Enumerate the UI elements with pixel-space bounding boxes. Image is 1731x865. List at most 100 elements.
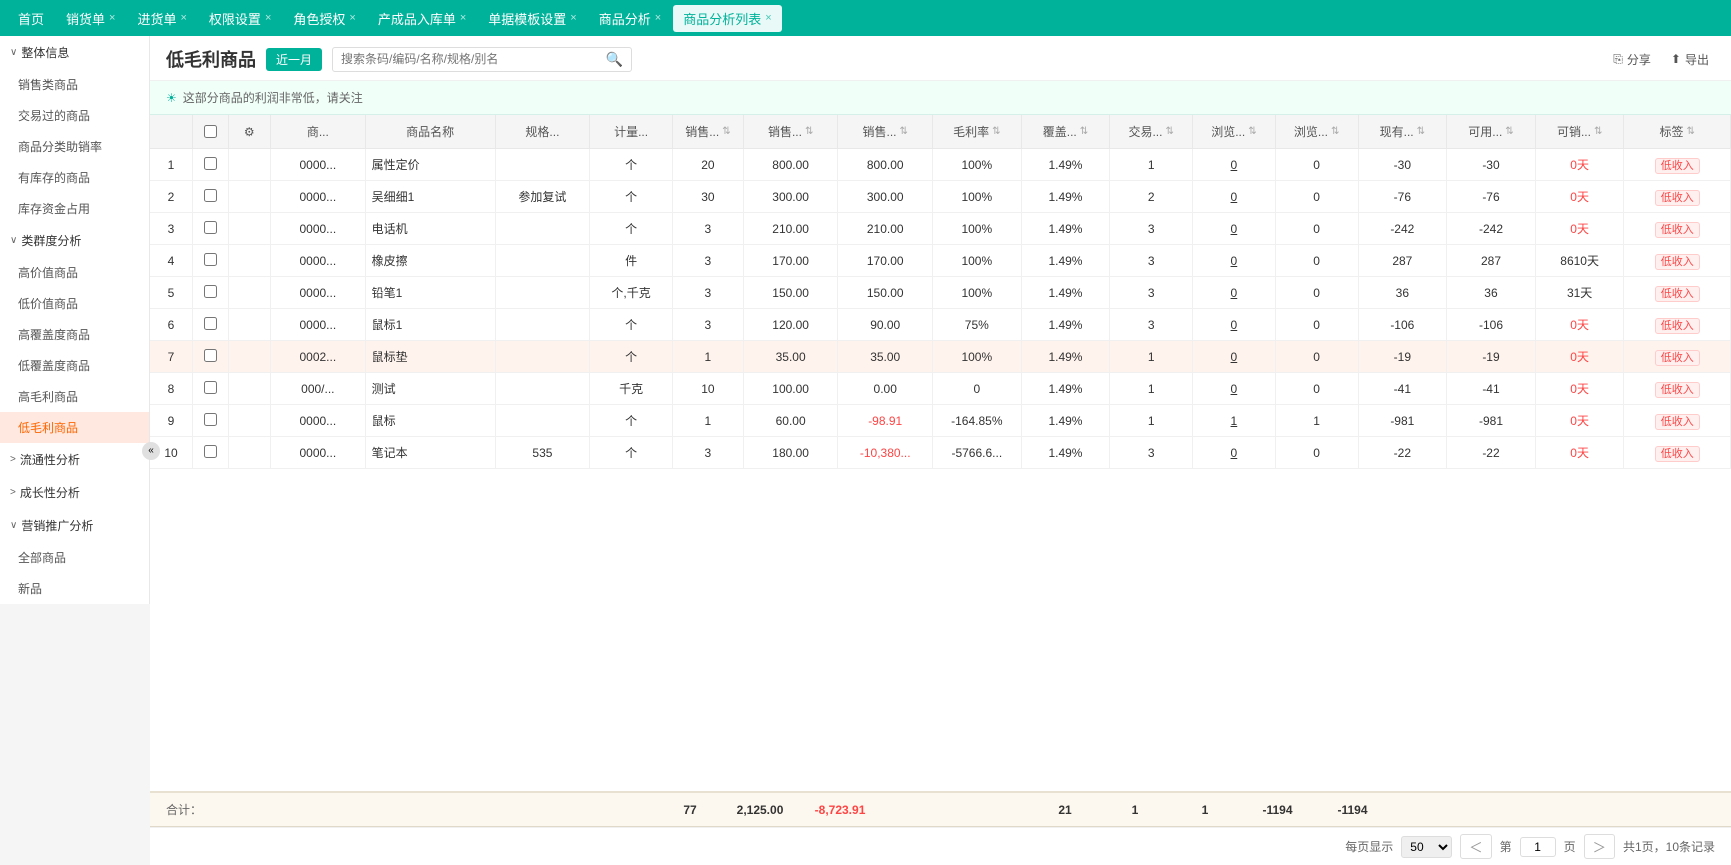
nav-close-8[interactable]: ×: [765, 12, 771, 24]
row-checkbox-input[interactable]: [204, 349, 217, 362]
col-header-2[interactable]: ⚙: [228, 115, 271, 149]
col-header-17[interactable]: 可销...⇅: [1535, 115, 1624, 149]
nav-item-2[interactable]: 进货单×: [127, 5, 196, 32]
nav-item-4[interactable]: 角色授权×: [283, 5, 365, 32]
nav-close-5[interactable]: ×: [460, 12, 466, 24]
nav-close-2[interactable]: ×: [180, 12, 186, 24]
sidebar-item-1-3[interactable]: 低覆盖度商品: [0, 350, 149, 381]
sort-icon-12[interactable]: ⇅: [1165, 126, 1173, 137]
row-view1[interactable]: 0: [1193, 149, 1276, 181]
row-checkbox[interactable]: [193, 437, 228, 469]
nav-close-4[interactable]: ×: [349, 12, 355, 24]
export-button[interactable]: ⬆ 导出: [1665, 48, 1715, 71]
col-header-5[interactable]: 规格...: [495, 115, 590, 149]
nav-close-7[interactable]: ×: [655, 12, 661, 24]
row-view1[interactable]: 0: [1193, 437, 1276, 469]
col-header-14[interactable]: 浏览...⇅: [1275, 115, 1358, 149]
sidebar-item-1-0[interactable]: 高价值商品: [0, 257, 149, 288]
sidebar-item-1-5[interactable]: 低毛利商品: [0, 412, 149, 443]
row-checkbox-input[interactable]: [204, 445, 217, 458]
col-header-6[interactable]: 计量...: [590, 115, 673, 149]
row-checkbox[interactable]: [193, 213, 228, 245]
sidebar-item-0-4[interactable]: 库存资金占用: [0, 193, 149, 224]
row-view1[interactable]: 0: [1193, 245, 1276, 277]
sort-icon-14[interactable]: ⇅: [1331, 126, 1339, 137]
row-checkbox[interactable]: [193, 245, 228, 277]
row-view1[interactable]: 0: [1193, 341, 1276, 373]
sidebar-item-1-1[interactable]: 低价值商品: [0, 288, 149, 319]
nav-item-3[interactable]: 权限设置×: [199, 5, 281, 32]
row-view1[interactable]: 0: [1193, 277, 1276, 309]
row-checkbox[interactable]: [193, 341, 228, 373]
sidebar-item-4-1[interactable]: 新品: [0, 573, 149, 604]
sidebar-section-3[interactable]: >成长性分析: [0, 476, 149, 509]
sort-icon-11[interactable]: ⇅: [1080, 126, 1088, 137]
row-checkbox[interactable]: [193, 405, 228, 437]
sidebar-item-0-1[interactable]: 交易过的商品: [0, 100, 149, 131]
row-checkbox[interactable]: [193, 149, 228, 181]
sort-icon-18[interactable]: ⇅: [1687, 126, 1695, 137]
sort-icon-8[interactable]: ⇅: [805, 126, 813, 137]
row-checkbox[interactable]: [193, 309, 228, 341]
sidebar-item-0-0[interactable]: 销售类商品: [0, 69, 149, 100]
sort-icon-10[interactable]: ⇅: [992, 126, 1000, 137]
col-header-16[interactable]: 可用...⇅: [1447, 115, 1536, 149]
page-input[interactable]: [1520, 837, 1556, 857]
sort-icon-16[interactable]: ⇅: [1505, 126, 1513, 137]
col-header-0[interactable]: [150, 115, 193, 149]
row-checkbox-input[interactable]: [204, 189, 217, 202]
col-header-8[interactable]: 销售...⇅: [743, 115, 838, 149]
col-header-18[interactable]: 标签⇅: [1624, 115, 1731, 149]
sidebar-item-1-4[interactable]: 高毛利商品: [0, 381, 149, 412]
row-view1[interactable]: 0: [1193, 309, 1276, 341]
row-view1[interactable]: 0: [1193, 373, 1276, 405]
nav-item-7[interactable]: 商品分析×: [589, 5, 671, 32]
prev-page-button[interactable]: ＜: [1460, 834, 1491, 859]
nav-close-6[interactable]: ×: [570, 12, 576, 24]
col-header-7[interactable]: 销售...⇅: [672, 115, 743, 149]
sidebar-section-1[interactable]: ∨类群度分析: [0, 224, 149, 257]
sidebar-item-1-2[interactable]: 高覆盖度商品: [0, 319, 149, 350]
nav-close-1[interactable]: ×: [109, 12, 115, 24]
filter-button[interactable]: 近一月: [266, 48, 322, 71]
row-checkbox[interactable]: [193, 181, 228, 213]
row-checkbox-input[interactable]: [204, 381, 217, 394]
nav-item-0[interactable]: 首页: [8, 5, 54, 32]
row-checkbox[interactable]: [193, 277, 228, 309]
row-view1[interactable]: 0: [1193, 181, 1276, 213]
col-header-13[interactable]: 浏览...⇅: [1193, 115, 1276, 149]
row-checkbox-input[interactable]: [204, 413, 217, 426]
nav-item-1[interactable]: 销货单×: [56, 5, 125, 32]
page-size-select[interactable]: 50 100: [1401, 836, 1452, 858]
sort-icon-17[interactable]: ⇅: [1594, 126, 1602, 137]
col-header-15[interactable]: 现有...⇅: [1358, 115, 1447, 149]
col-header-12[interactable]: 交易...⇅: [1110, 115, 1193, 149]
share-button[interactable]: ⎘ 分享: [1607, 48, 1657, 71]
sort-icon-9[interactable]: ⇅: [900, 126, 908, 137]
sidebar-item-0-2[interactable]: 商品分类助销率: [0, 131, 149, 162]
sidebar-section-0[interactable]: ∨整体信息: [0, 36, 149, 69]
row-checkbox-input[interactable]: [204, 157, 217, 170]
nav-item-6[interactable]: 单据模板设置×: [478, 5, 586, 32]
sort-icon-13[interactable]: ⇅: [1248, 126, 1256, 137]
sidebar-section-4[interactable]: ∨营销推广分析: [0, 509, 149, 542]
row-checkbox-input[interactable]: [204, 317, 217, 330]
row-view1[interactable]: 0: [1193, 213, 1276, 245]
next-page-button[interactable]: ＞: [1584, 834, 1615, 859]
row-checkbox-input[interactable]: [204, 253, 217, 266]
sidebar-item-4-0[interactable]: 全部商品: [0, 542, 149, 573]
col-header-4[interactable]: 商品名称: [365, 115, 495, 149]
nav-item-8[interactable]: 商品分析列表×: [673, 5, 781, 32]
col-header-9[interactable]: 销售...⇅: [838, 115, 933, 149]
row-checkbox-input[interactable]: [204, 285, 217, 298]
select-all-checkbox[interactable]: [204, 125, 217, 138]
col-header-10[interactable]: 毛利率⇅: [932, 115, 1021, 149]
col-header-3[interactable]: 商...: [271, 115, 366, 149]
sort-icon-15[interactable]: ⇅: [1417, 126, 1425, 137]
sidebar-section-2[interactable]: >流通性分析: [0, 443, 149, 476]
nav-close-3[interactable]: ×: [265, 12, 271, 24]
nav-item-5[interactable]: 产成品入库单×: [368, 5, 476, 32]
row-view1[interactable]: 1: [1193, 405, 1276, 437]
sort-icon-7[interactable]: ⇅: [722, 126, 730, 137]
row-checkbox[interactable]: [193, 373, 228, 405]
